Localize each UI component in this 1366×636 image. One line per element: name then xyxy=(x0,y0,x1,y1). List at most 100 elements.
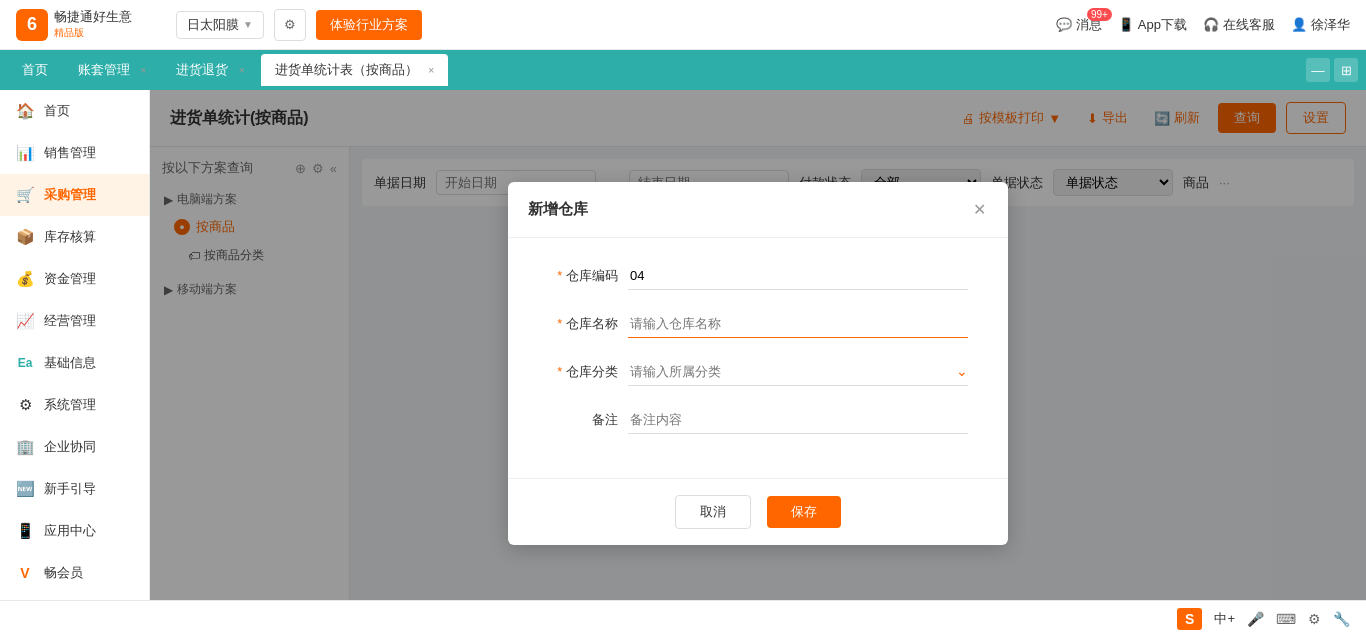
store-name: 日太阳膜 xyxy=(187,16,239,34)
tab-accounts-close-icon[interactable]: × xyxy=(140,64,146,76)
store-dropdown-arrow: ▼ xyxy=(243,19,253,30)
category-dropdown-icon[interactable]: ⌄ xyxy=(956,363,968,379)
category-label: 仓库分类 xyxy=(548,363,628,381)
enterprise-icon: 🏢 xyxy=(16,438,34,456)
modal-header: 新增仓库 ✕ xyxy=(508,182,1008,238)
sidebar-item-system[interactable]: ⚙ 系统管理 xyxy=(0,384,149,426)
sidebar-item-finance[interactable]: 💰 资金管理 xyxy=(0,258,149,300)
tab-purchase-return-close-icon[interactable]: × xyxy=(238,64,244,76)
top-right-area: 💬 消息 99+ 📱 App下载 🎧 在线客服 👤 徐泽华 xyxy=(1056,16,1350,34)
newbie-icon: 🆕 xyxy=(16,480,34,498)
sidebar-purchase-label: 采购管理 xyxy=(44,186,96,204)
mic-icon[interactable]: 🎤 xyxy=(1247,611,1264,627)
form-row-note: 备注 xyxy=(548,406,968,434)
tab-purchase-stats-label: 进货单统计表（按商品） xyxy=(275,61,418,79)
modal-close-button[interactable]: ✕ xyxy=(971,198,988,221)
app-name: 畅捷通好生意 xyxy=(54,9,132,26)
phone-icon: 📱 xyxy=(1118,17,1134,32)
message-badge: 99+ xyxy=(1087,8,1112,21)
sidebar-home-label: 首页 xyxy=(44,102,70,120)
apps-icon: 📱 xyxy=(16,522,34,540)
settings-gear-button[interactable]: ⚙ xyxy=(274,9,306,41)
sidebar-newbie-label: 新手引导 xyxy=(44,480,96,498)
tab-home[interactable]: 首页 xyxy=(8,54,62,86)
online-service-button[interactable]: 🎧 在线客服 xyxy=(1203,16,1275,34)
bottom-bar: S 中+ 🎤 ⌨ ⚙ 🔧 xyxy=(0,600,1366,636)
sidebar-system-label: 系统管理 xyxy=(44,396,96,414)
app-download-button[interactable]: 📱 App下载 xyxy=(1118,16,1187,34)
bottom-logo: S xyxy=(1177,608,1202,630)
tab-purchase-stats-close-icon[interactable]: × xyxy=(428,64,434,76)
tab-accounts[interactable]: 账套管理 × xyxy=(64,54,160,86)
sidebar-enterprise-label: 企业协同 xyxy=(44,438,96,456)
form-row-category: 仓库分类 ⌄ xyxy=(548,358,968,386)
keyboard-icon[interactable]: ⌨ xyxy=(1276,611,1296,627)
warehouse-name-input[interactable] xyxy=(628,310,968,338)
gear-icon: ⚙ xyxy=(284,17,296,32)
sidebar-item-basics[interactable]: Ea 基础信息 xyxy=(0,342,149,384)
warehouse-code-input[interactable] xyxy=(628,262,968,290)
trial-button[interactable]: 体验行业方案 xyxy=(316,10,422,40)
note-label: 备注 xyxy=(548,411,628,429)
operations-icon: 📈 xyxy=(16,312,34,330)
sidebar-apps-label: 应用中心 xyxy=(44,522,96,540)
sidebar-item-purchase[interactable]: 🛒 采购管理 xyxy=(0,174,149,216)
tab-purchase-return[interactable]: 进货退货 × xyxy=(162,54,258,86)
message-icon: 💬 xyxy=(1056,17,1072,32)
name-label: 仓库名称 xyxy=(548,315,628,333)
user-avatar-icon: 👤 xyxy=(1291,17,1307,32)
tab-purchase-return-label: 进货退货 xyxy=(176,61,228,79)
main-layout: 🏠 首页 📊 销售管理 🛒 采购管理 📦 库存核算 💰 资金管理 📈 经营管理 … xyxy=(0,90,1366,636)
sidebar-vip-label: 畅会员 xyxy=(44,564,83,582)
tab-controls: — ⊞ xyxy=(1306,58,1358,82)
form-row-code: 仓库编码 xyxy=(548,262,968,290)
headset-icon: 🎧 xyxy=(1203,17,1219,32)
save-button[interactable]: 保存 xyxy=(767,496,841,528)
warehouse-category-input[interactable] xyxy=(628,358,956,385)
store-selector[interactable]: 日太阳膜 ▼ xyxy=(176,11,264,39)
username-label: 徐泽华 xyxy=(1311,16,1350,34)
warehouse-note-input[interactable] xyxy=(628,406,968,434)
online-service-label: 在线客服 xyxy=(1223,16,1275,34)
code-label: 仓库编码 xyxy=(548,267,628,285)
app-sub: 精品版 xyxy=(54,26,132,40)
logo-area: 6 畅捷通好生意 精品版 xyxy=(16,9,166,41)
sidebar-item-vip[interactable]: V 畅会员 xyxy=(0,552,149,594)
sidebar-finance-label: 资金管理 xyxy=(44,270,96,288)
settings-icon[interactable]: ⚙ xyxy=(1308,611,1321,627)
system-icon: ⚙ xyxy=(16,396,34,414)
sidebar-item-inventory[interactable]: 📦 库存核算 xyxy=(0,216,149,258)
user-profile-button[interactable]: 👤 徐泽华 xyxy=(1291,16,1350,34)
sidebar-item-newbie[interactable]: 🆕 新手引导 xyxy=(0,468,149,510)
modal-footer: 取消 保存 xyxy=(508,478,1008,545)
sidebar-sales-label: 销售管理 xyxy=(44,144,96,162)
tab-bar: 首页 账套管理 × 进货退货 × 进货单统计表（按商品） × — ⊞ xyxy=(0,50,1366,90)
form-row-name: 仓库名称 xyxy=(548,310,968,338)
tools-icon[interactable]: 🔧 xyxy=(1333,611,1350,627)
inventory-icon: 📦 xyxy=(16,228,34,246)
sidebar-item-enterprise[interactable]: 🏢 企业协同 xyxy=(0,426,149,468)
modal-overlay: 新增仓库 ✕ 仓库编码 仓库名称 仓库 xyxy=(150,90,1366,636)
tab-expand-button[interactable]: ⊞ xyxy=(1334,58,1358,82)
content-area: 进货单统计(按商品) 🖨 按模板打印 ▼ ⬇ 导出 🔄 刷新 查询 设置 xyxy=(150,90,1366,636)
sidebar: 🏠 首页 📊 销售管理 🛒 采购管理 📦 库存核算 💰 资金管理 📈 经营管理 … xyxy=(0,90,150,636)
sales-icon: 📊 xyxy=(16,144,34,162)
sidebar-item-operations[interactable]: 📈 经营管理 xyxy=(0,300,149,342)
message-button[interactable]: 💬 消息 99+ xyxy=(1056,16,1102,34)
sidebar-inventory-label: 库存核算 xyxy=(44,228,96,246)
sidebar-item-apps[interactable]: 📱 应用中心 xyxy=(0,510,149,552)
home-icon: 🏠 xyxy=(16,102,34,120)
app-logo-icon: 6 xyxy=(16,9,48,41)
app-download-label: App下载 xyxy=(1138,16,1187,34)
bottom-label: 中+ xyxy=(1214,610,1235,628)
new-warehouse-modal: 新增仓库 ✕ 仓库编码 仓库名称 仓库 xyxy=(508,182,1008,545)
tab-purchase-stats[interactable]: 进货单统计表（按商品） × xyxy=(261,54,448,86)
tab-home-label: 首页 xyxy=(22,61,48,79)
sidebar-basics-label: 基础信息 xyxy=(44,354,96,372)
vip-icon: V xyxy=(16,564,34,582)
sidebar-item-sales[interactable]: 📊 销售管理 xyxy=(0,132,149,174)
sidebar-item-home[interactable]: 🏠 首页 xyxy=(0,90,149,132)
tab-minimize-button[interactable]: — xyxy=(1306,58,1330,82)
modal-body: 仓库编码 仓库名称 仓库分类 ⌄ xyxy=(508,238,1008,478)
cancel-button[interactable]: 取消 xyxy=(675,495,751,529)
